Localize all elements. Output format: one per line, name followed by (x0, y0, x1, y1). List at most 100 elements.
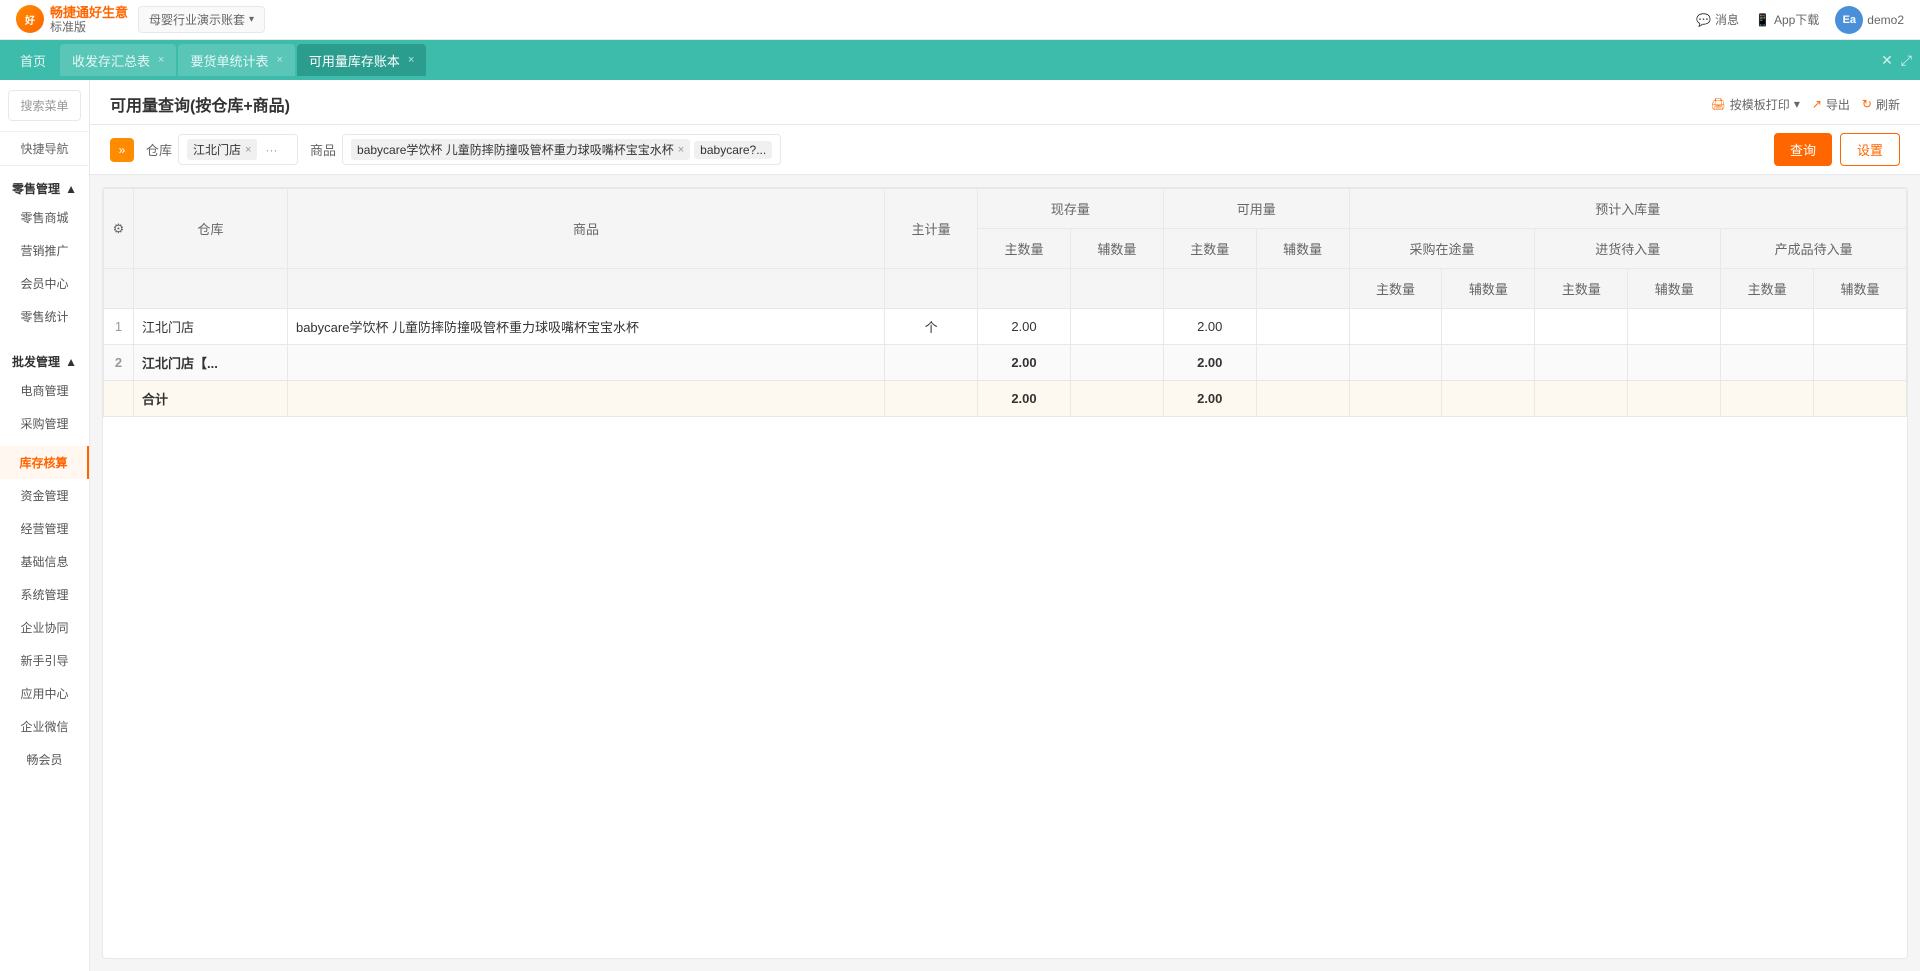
row-stock-main2: 2.00 (978, 345, 1071, 381)
remove-warehouse-tag[interactable]: × (245, 144, 251, 156)
summary-unit (885, 381, 978, 417)
row-available-main2: 2.00 (1163, 345, 1256, 381)
row-unit2 (885, 345, 978, 381)
sidebar-item-enterprise[interactable]: 企业协同 (0, 611, 89, 644)
row-finished-main (1721, 309, 1814, 345)
th-empty (104, 269, 134, 309)
remove-product-tag[interactable]: × (678, 144, 684, 156)
print-icon: 🖨 (1711, 97, 1726, 111)
sidebar-item-finance[interactable]: 资金管理 (0, 479, 89, 512)
sidebar-item-guide[interactable]: 新手引导 (0, 644, 89, 677)
sidebar-item-inventory[interactable]: 库存核算 (0, 446, 89, 479)
message-action[interactable]: 💬 消息 (1696, 11, 1739, 28)
sidebar-item-basic-info[interactable]: 基础信息 (0, 545, 89, 578)
tab-controls: ✕ ⤢ (1881, 52, 1912, 69)
filter-actions: 查询 设置 (1774, 133, 1900, 166)
warehouse-tag: 江北门店 × (187, 139, 257, 160)
sidebar-item-member[interactable]: 畅会员 (0, 743, 89, 776)
tab-order-stats[interactable]: 要货单统计表 × (178, 44, 294, 76)
row-available-main: 2.00 (1163, 309, 1256, 345)
th-fina: 辅数量 (1814, 269, 1907, 309)
summary-f-main (1721, 381, 1814, 417)
th-unit2 (885, 269, 978, 309)
filter-toggle-button[interactable]: » (110, 138, 134, 162)
row-arrivals-main (1535, 309, 1628, 345)
th-pa: 辅数量 (1442, 269, 1535, 309)
main-layout: 搜索菜单 快捷导航 零售管理 ▲ 零售商城 营销推广 会员中心 零售统计 批发管… (0, 80, 1920, 971)
row-index: 2 (104, 345, 134, 381)
row-available-aux2 (1256, 345, 1349, 381)
row-stock-main: 2.00 (978, 309, 1071, 345)
th-unit: 主计量 (885, 189, 978, 269)
nav-tabs: 首页 收发存汇总表 × 要货单统计表 × 可用量库存账本 × ✕ ⤢ (0, 40, 1920, 80)
industry-selector[interactable]: 母婴行业演示账套 ▾ (138, 6, 265, 33)
page-title: 可用量查询(按仓库+商品) (110, 92, 290, 116)
filter-bar: » 仓库 江北门店 × ··· 商品 babycare学饮杯 儿童防摔防撞吸管杯… (90, 125, 1920, 175)
sidebar-item-system[interactable]: 系统管理 (0, 578, 89, 611)
row-f-aux2 (1814, 345, 1907, 381)
th-warehouse: 仓库 (134, 189, 288, 269)
th-finm: 主数量 (1721, 269, 1814, 309)
sidebar-item-app-center[interactable]: 应用中心 (0, 677, 89, 710)
warehouse-filter-field: 仓库 江北门店 × ··· (146, 134, 298, 165)
avatar: Ea (1835, 6, 1863, 34)
sidebar-item-marketing[interactable]: 营销推广 (0, 234, 89, 267)
tab-available-inventory[interactable]: 可用量库存账本 × (297, 44, 426, 76)
chevron-up-icon: ▲ (65, 355, 77, 369)
search-menu-button[interactable]: 搜索菜单 (8, 90, 81, 121)
refresh-button[interactable]: ↻ 刷新 (1862, 96, 1900, 113)
close-icon[interactable]: × (276, 54, 282, 66)
chevron-down-icon: ▾ (249, 14, 254, 25)
th-am2 (1163, 269, 1256, 309)
row-product: babycare学饮杯 儿童防摔防撞吸管杯重力球吸嘴杯宝宝水杯 (287, 309, 884, 345)
th-aa2 (1256, 269, 1349, 309)
th-stock-group: 现存量 (978, 189, 1164, 229)
row-available-aux (1256, 309, 1349, 345)
close-all-icon[interactable]: ✕ (1881, 52, 1893, 69)
chevron-down-icon: ▾ (1794, 97, 1800, 111)
product-input[interactable]: babycare学饮杯 儿童防摔防撞吸管杯重力球吸嘴杯宝宝水杯 × babyca… (342, 134, 781, 165)
sidebar-item-member-center[interactable]: 会员中心 (0, 267, 89, 300)
export-icon: ↗ (1812, 97, 1822, 111)
sidebar-group-wholesale[interactable]: 批发管理 ▲ (0, 345, 89, 374)
sidebar-item-wechat[interactable]: 企业微信 (0, 710, 89, 743)
more-icon[interactable]: ··· (261, 143, 281, 157)
table-row: 1 江北门店 babycare学饮杯 儿童防摔防撞吸管杯重力球吸嘴杯宝宝水杯 个… (104, 309, 1907, 345)
query-button[interactable]: 查询 (1774, 133, 1832, 166)
th-sm2 (978, 269, 1071, 309)
th-prod2 (287, 269, 884, 309)
row-warehouse: 江北门店 (134, 309, 288, 345)
th-settings[interactable]: ⚙ (104, 189, 134, 269)
close-icon[interactable]: × (158, 54, 164, 66)
sidebar: 搜索菜单 快捷导航 零售管理 ▲ 零售商城 营销推广 会员中心 零售统计 批发管… (0, 80, 90, 971)
tab-home[interactable]: 首页 (8, 44, 58, 76)
th-sa2 (1070, 269, 1163, 309)
row-unit: 个 (885, 309, 978, 345)
logo-text: 畅捷通好生意 标准版 (50, 5, 128, 35)
sidebar-section-wholesale: 批发管理 ▲ 电商管理 采购管理 (0, 339, 89, 446)
sidebar-search-area: 搜索菜单 (0, 80, 89, 132)
sidebar-item-ecommerce[interactable]: 电商管理 (0, 374, 89, 407)
double-chevron-icon: » (119, 143, 126, 157)
close-icon[interactable]: × (408, 54, 414, 66)
sidebar-quick-nav[interactable]: 快捷导航 (0, 132, 89, 166)
warehouse-input[interactable]: 江北门店 × ··· (178, 134, 298, 165)
expand-icon[interactable]: ⤢ (1901, 52, 1912, 69)
settings-button[interactable]: 设置 (1840, 133, 1900, 166)
summary-a-aux (1628, 381, 1721, 417)
sidebar-item-retail-stats[interactable]: 零售统计 (0, 300, 89, 333)
sidebar-item-operations[interactable]: 经营管理 (0, 512, 89, 545)
sidebar-item-purchase[interactable]: 采购管理 (0, 407, 89, 440)
th-available-main: 主数量 (1163, 229, 1256, 269)
app-download-action[interactable]: 📱 App下载 (1755, 11, 1819, 28)
row-arrivals-aux (1628, 309, 1721, 345)
sidebar-item-retail-mall[interactable]: 零售商城 (0, 201, 89, 234)
th-stock-aux: 辅数量 (1070, 229, 1163, 269)
user-area[interactable]: Ea demo2 (1835, 6, 1904, 34)
summary-stock-aux (1070, 381, 1163, 417)
export-button[interactable]: ↗ 导出 (1812, 96, 1850, 113)
sidebar-group-retail[interactable]: 零售管理 ▲ (0, 172, 89, 201)
summary-available-aux (1256, 381, 1349, 417)
template-print-button[interactable]: 🖨 按模板打印 ▾ (1711, 96, 1800, 113)
tab-collection-summary[interactable]: 收发存汇总表 × (60, 44, 176, 76)
